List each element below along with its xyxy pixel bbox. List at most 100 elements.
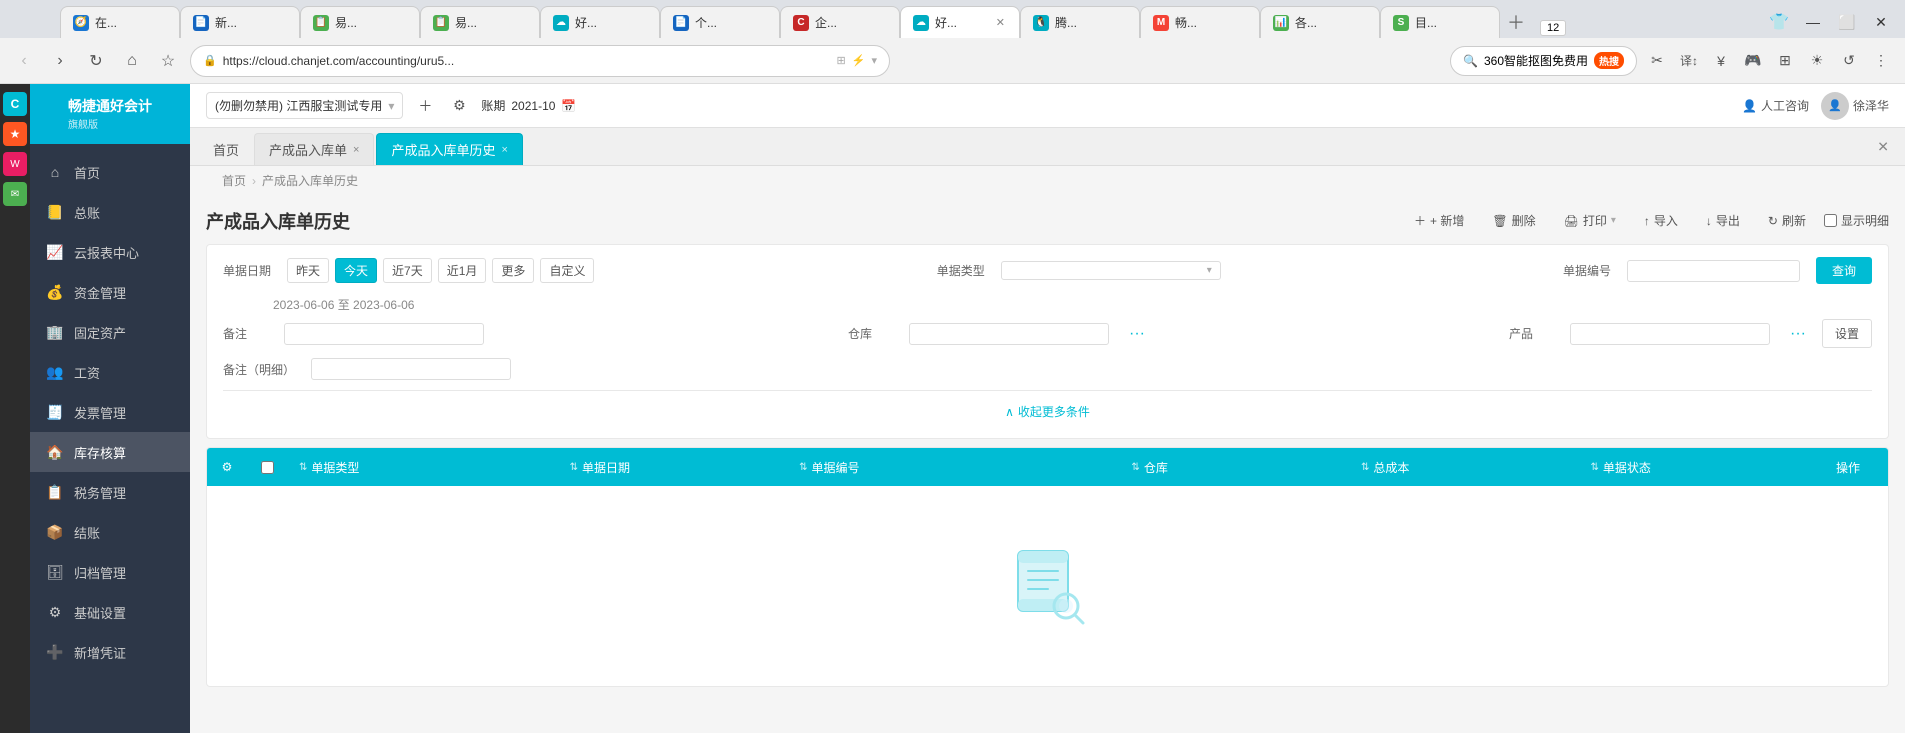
page-tab-list-close[interactable]: × xyxy=(353,144,359,156)
breadcrumb-home[interactable]: 首页 xyxy=(222,172,246,189)
delete-button[interactable]: 🗑 删除 xyxy=(1482,207,1545,234)
tab-2[interactable]: 📄 新... xyxy=(180,6,300,38)
tab-6[interactable]: 📄 个... xyxy=(660,6,780,38)
close-page-button[interactable]: ✕ xyxy=(1877,138,1889,155)
date-btn-1month[interactable]: 近1月 xyxy=(438,258,487,283)
print-button[interactable]: 🖨 打印 ▾ xyxy=(1554,207,1626,234)
sidebar-item-general-ledger[interactable]: 📒 总账 xyxy=(30,192,190,232)
settings-gear-button[interactable]: ⚙ xyxy=(447,94,471,118)
bookmark-button[interactable]: ☆ xyxy=(154,47,182,75)
voucher-type-select[interactable]: ▾ xyxy=(1001,261,1221,280)
sidebar-item-basic-settings[interactable]: ⚙ 基础设置 xyxy=(30,592,190,632)
url-dropdown-icon[interactable]: ▾ xyxy=(871,54,877,67)
th-voucher-no[interactable]: ⇅ 单据编号 xyxy=(787,459,1119,476)
th-warehouse[interactable]: ⇅ 仓库 xyxy=(1119,459,1349,476)
tab-10[interactable]: M 畅... xyxy=(1140,6,1260,38)
app-icon-orange[interactable]: ★ xyxy=(3,122,27,146)
tab-11[interactable]: 📊 各... xyxy=(1260,6,1380,38)
th-voucher-type[interactable]: ⇅ 单据类型 xyxy=(287,459,558,476)
page-tab-home[interactable]: 首页 xyxy=(198,133,254,165)
sidebar-item-archive-mgmt[interactable]: 🗄 归档管理 xyxy=(30,552,190,592)
url-bar[interactable]: 🔒 https://cloud.chanjet.com/accounting/u… xyxy=(190,45,890,77)
sidebar-item-checkout[interactable]: 📦 结账 xyxy=(30,512,190,552)
maximize-button[interactable]: ⬜ xyxy=(1833,8,1861,36)
company-selector[interactable]: (勿删勿禁用) 江西服宝测试专用 ▾ xyxy=(206,92,403,119)
sidebar-item-tax-mgmt[interactable]: 📋 税务管理 xyxy=(30,472,190,512)
app-icon-chanjet[interactable]: C xyxy=(3,92,27,116)
new-tab-button[interactable]: ＋ xyxy=(1500,6,1532,38)
tab-1[interactable]: 🧭 在... xyxy=(60,6,180,38)
remark-input[interactable] xyxy=(284,323,484,345)
date-btn-today[interactable]: 今天 xyxy=(335,258,377,283)
search-bar[interactable]: 🔍 360智能抠图免费用 热搜 xyxy=(1450,46,1637,76)
th-voucher-date-label: 单据日期 xyxy=(582,459,630,476)
filter-settings-button[interactable]: 设置 xyxy=(1822,319,1872,348)
tab-3[interactable]: 📋 易... xyxy=(300,6,420,38)
th-gear[interactable]: ⚙ xyxy=(207,460,247,474)
tab-count-badge[interactable]: 12 xyxy=(1540,20,1566,36)
voucher-no-input[interactable] xyxy=(1627,260,1800,282)
close-button[interactable]: ✕ xyxy=(1867,8,1895,36)
brightness-icon[interactable]: ☀ xyxy=(1803,47,1831,75)
remark-detail-input[interactable] xyxy=(311,358,511,380)
tab-4[interactable]: 📋 易... xyxy=(420,6,540,38)
export-button[interactable]: ↓ 导出 xyxy=(1696,207,1750,234)
scissors-icon[interactable]: ✂ xyxy=(1643,47,1671,75)
game-icon[interactable]: 🎮 xyxy=(1739,47,1767,75)
tab-8-close[interactable]: ✕ xyxy=(994,14,1007,31)
shirt-icon[interactable]: 👕 xyxy=(1765,8,1793,36)
date-btn-7days[interactable]: 近7天 xyxy=(383,258,432,283)
tab-12[interactable]: S 目... xyxy=(1380,6,1500,38)
sidebar-item-payroll[interactable]: 👥 工资 xyxy=(30,352,190,392)
show-details-checkbox-area[interactable]: 显示明细 xyxy=(1824,212,1889,229)
th-total-cost[interactable]: ⇅ 总成本 xyxy=(1349,459,1579,476)
tab-7[interactable]: C 企... xyxy=(780,6,900,38)
select-all-checkbox[interactable] xyxy=(261,461,274,474)
product-more-button[interactable]: ··· xyxy=(1790,325,1806,343)
tab-9[interactable]: 🐧 腾... xyxy=(1020,6,1140,38)
page-tab-list[interactable]: 产成品入库单 × xyxy=(254,133,374,165)
date-btn-more[interactable]: 更多 xyxy=(492,258,534,283)
page-tab-history-close[interactable]: × xyxy=(501,144,507,156)
grid-view-icon[interactable]: ⊞ xyxy=(1771,47,1799,75)
minimize-button[interactable]: — xyxy=(1799,8,1827,36)
collapse-button[interactable]: ∧ 收起更多条件 xyxy=(223,397,1872,426)
th-voucher-status[interactable]: ⇅ 单据状态 xyxy=(1578,459,1808,476)
app-icon-email[interactable]: ✉ xyxy=(3,182,27,206)
tab-5[interactable]: ☁ 好... xyxy=(540,6,660,38)
refresh-browser-button[interactable]: ↻ xyxy=(82,47,110,75)
add-button[interactable]: ＋ + 新增 xyxy=(1404,207,1474,234)
home-browser-button[interactable]: ⌂ xyxy=(118,47,146,75)
sidebar-item-home[interactable]: ⌂ 首页 xyxy=(30,152,190,192)
back-button[interactable]: ‹ xyxy=(10,47,38,75)
refresh-button[interactable]: ↻ 刷新 xyxy=(1758,207,1816,234)
sidebar-item-fixed-assets[interactable]: 🏢 固定资产 xyxy=(30,312,190,352)
undo-icon[interactable]: ↺ xyxy=(1835,47,1863,75)
more-icon[interactable]: ⋮ xyxy=(1867,47,1895,75)
user-avatar-area[interactable]: 👤 徐泽华 xyxy=(1821,92,1889,120)
th-checkbox[interactable] xyxy=(247,461,287,474)
warehouse-input[interactable] xyxy=(909,323,1109,345)
add-company-button[interactable]: ＋ xyxy=(413,94,437,118)
page-tab-history[interactable]: 产成品入库单历史 × xyxy=(376,133,522,165)
tab-8[interactable]: ☁ 好... ✕ xyxy=(900,6,1020,38)
sidebar-item-new-voucher[interactable]: ➕ 新增凭证 xyxy=(30,632,190,672)
import-button[interactable]: ↑ 导入 xyxy=(1634,207,1688,234)
warehouse-more-button[interactable]: ··· xyxy=(1129,325,1145,343)
sidebar-item-invoice-mgmt[interactable]: 🧾 发票管理 xyxy=(30,392,190,432)
date-btn-yesterday[interactable]: 昨天 xyxy=(287,258,329,283)
product-input[interactable] xyxy=(1570,323,1770,345)
show-details-checkbox[interactable] xyxy=(1824,214,1837,227)
forward-button[interactable]: › xyxy=(46,47,74,75)
yuan-icon[interactable]: ¥ xyxy=(1707,47,1735,75)
query-button[interactable]: 查询 xyxy=(1816,257,1872,284)
sidebar-item-fund-mgmt[interactable]: 💰 资金管理 xyxy=(30,272,190,312)
customer-service-button[interactable]: 👤 人工咨询 xyxy=(1742,97,1809,114)
app-icon-weibo[interactable]: W xyxy=(3,152,27,176)
date-btn-custom[interactable]: 自定义 xyxy=(540,258,594,283)
calendar-icon[interactable]: 📅 xyxy=(561,99,576,113)
sidebar-item-cloud-report[interactable]: 📈 云报表中心 xyxy=(30,232,190,272)
sidebar-item-inventory[interactable]: 🏠 库存核算 xyxy=(30,432,190,472)
translate-icon[interactable]: 译↕ xyxy=(1675,47,1703,75)
th-voucher-date[interactable]: ⇅ 单据日期 xyxy=(558,459,788,476)
